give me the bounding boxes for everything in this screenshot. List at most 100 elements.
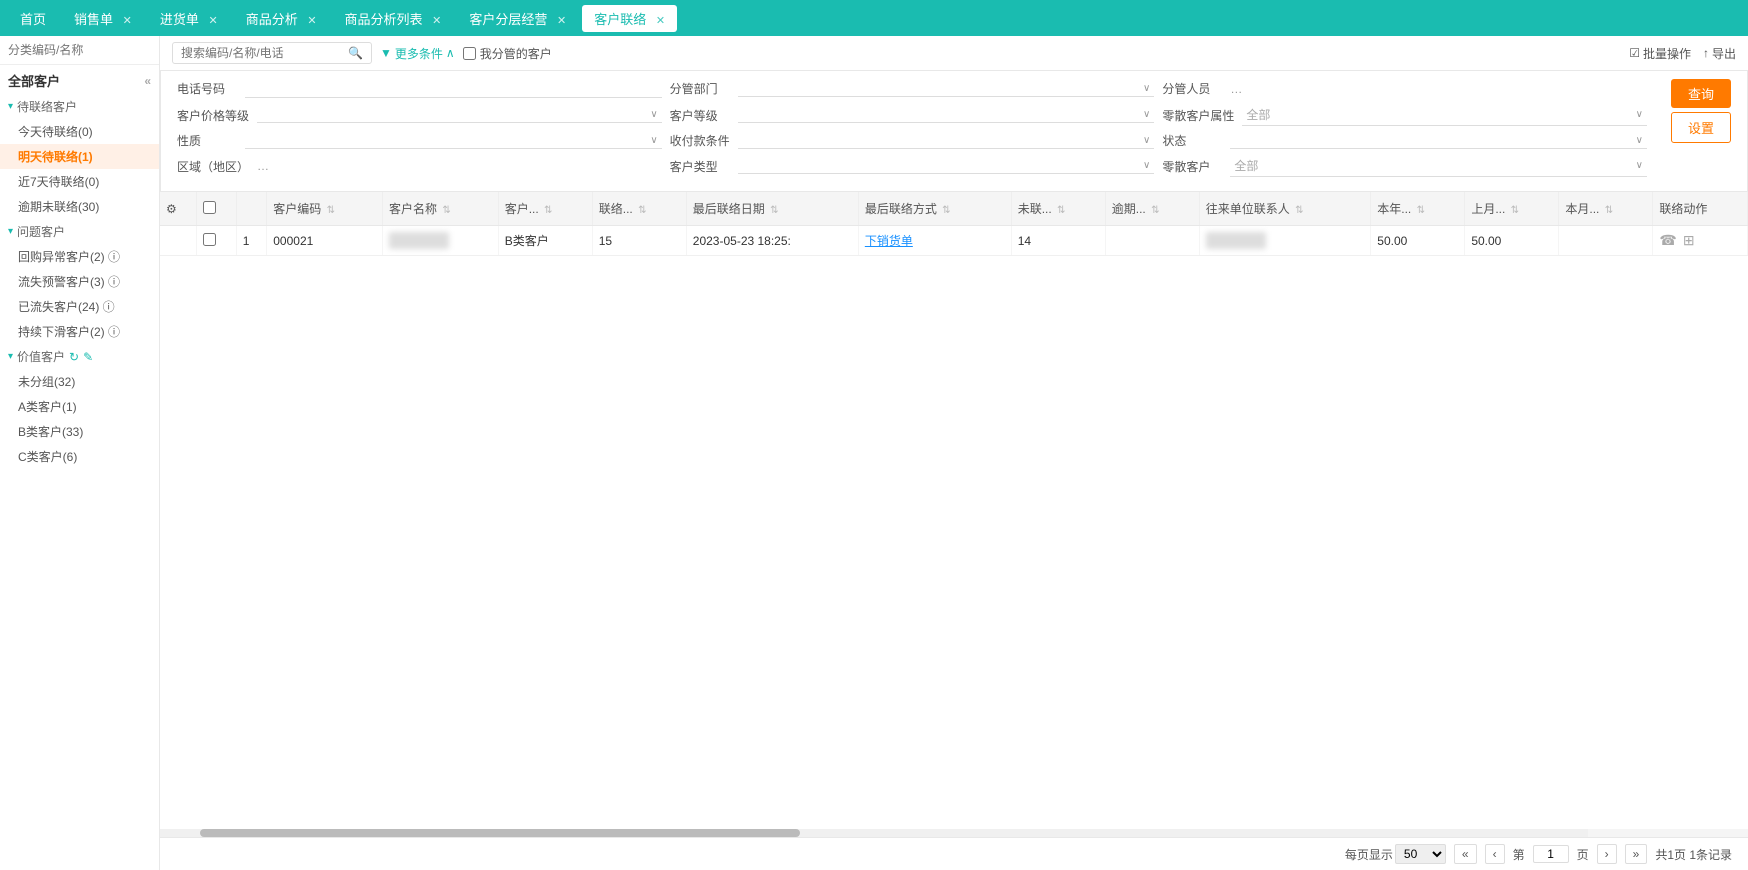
filter-manager: 分管人员 …: [1162, 80, 1647, 97]
filter-region-dots[interactable]: …: [257, 159, 269, 173]
group-problem-customers[interactable]: 问题客户: [0, 219, 159, 244]
col-last-contact-date[interactable]: 最后联络日期 ⇅: [686, 192, 858, 226]
nav-sales[interactable]: 销售单 ✕: [62, 5, 144, 32]
per-page-select[interactable]: 50 100 200: [1395, 844, 1446, 864]
nav-purchase[interactable]: 进货单 ✕: [148, 5, 230, 32]
cell-last-contact-date: 2023-05-23 18:25:: [686, 226, 858, 256]
sort-contact-person-icon: ⇅: [1295, 205, 1303, 216]
close-customer-tier-icon[interactable]: ✕: [557, 15, 566, 27]
nav-product-analysis[interactable]: 商品分析 ✕: [234, 5, 329, 32]
contact-person-blurred: 联系人: [1206, 232, 1266, 249]
filter-retail-customer-label: 零散客户: [1162, 158, 1222, 175]
filter-status-select[interactable]: ∨: [1230, 133, 1647, 149]
main-search-icon[interactable]: 🔍: [348, 46, 363, 60]
sidebar-search-container: 🔍: [0, 36, 159, 65]
nav-customer-contact[interactable]: 客户联络 ✕: [582, 5, 677, 32]
more-filter-btn[interactable]: ▼ 更多条件 ∧: [380, 45, 455, 62]
sidebar-item-ungrouped[interactable]: 未分组(32): [0, 369, 159, 394]
collapse-icon[interactable]: «: [144, 74, 151, 88]
col-contact-person[interactable]: 往来单位联系人 ⇅: [1199, 192, 1370, 226]
grid-icon[interactable]: ⊞: [1683, 232, 1695, 249]
refresh-icon[interactable]: ↻: [69, 350, 79, 364]
sidebar-item-repurchase-abnormal[interactable]: 回购异常客户(2) ⓘ: [0, 244, 159, 269]
query-button[interactable]: 查询: [1671, 79, 1731, 108]
select-all-checkbox[interactable]: [203, 201, 216, 214]
last-contact-method-link[interactable]: 下销货单: [865, 234, 913, 248]
col-settings[interactable]: ⚙: [160, 192, 196, 226]
sidebar-search-input[interactable]: [8, 43, 160, 57]
filter-price-level-select[interactable]: ∨: [257, 107, 662, 123]
my-customer-checkbox[interactable]: [463, 47, 476, 60]
col-checkbox[interactable]: [196, 192, 236, 226]
filter-btn-label: 更多条件: [395, 45, 443, 62]
row-checkbox[interactable]: [203, 233, 216, 246]
col-last-contact-method[interactable]: 最后联络方式 ⇅: [858, 192, 1011, 226]
sidebar-item-churned[interactable]: 已流失客户(24) ⓘ: [0, 294, 159, 319]
sort-not-contacted-icon: ⇅: [1057, 205, 1065, 216]
close-sales-icon[interactable]: ✕: [123, 15, 132, 27]
filter-price-level: 客户价格等级 ∨: [177, 107, 662, 124]
export-btn[interactable]: ↑ 导出: [1703, 45, 1736, 62]
cell-checkbox[interactable]: [196, 226, 236, 256]
filter-retail-attr-select[interactable]: 全部 ∨: [1242, 104, 1647, 126]
nav-customer-tier[interactable]: 客户分层经营 ✕: [457, 5, 578, 32]
col-customer-type[interactable]: 客户... ⇅: [498, 192, 592, 226]
toolbar: 🔍 ▼ 更多条件 ∧ 我分管的客户 ☑ 批量操作 ↑ 导出: [160, 36, 1748, 71]
export-icon: ↑: [1703, 46, 1709, 60]
col-not-contacted[interactable]: 未联... ⇅: [1011, 192, 1105, 226]
sort-customer-code-icon: ⇅: [327, 205, 335, 216]
nav-home[interactable]: 首页: [8, 5, 58, 32]
col-contact-count[interactable]: 联络... ⇅: [592, 192, 686, 226]
filter-payment-select[interactable]: ∨: [738, 133, 1155, 149]
prev-page-btn[interactable]: ‹: [1485, 844, 1505, 864]
col-customer-code[interactable]: 客户编码 ⇅: [267, 192, 383, 226]
sidebar-item-7days[interactable]: 近7天待联络(0): [0, 169, 159, 194]
page-input[interactable]: [1533, 845, 1569, 863]
col-overdue[interactable]: 逾期... ⇅: [1105, 192, 1199, 226]
filter-retail-customer-select[interactable]: 全部 ∨: [1230, 155, 1647, 177]
sidebar-item-today[interactable]: 今天待联络(0): [0, 119, 159, 144]
col-last-month[interactable]: 上月... ⇅: [1465, 192, 1559, 226]
set-button[interactable]: 设置: [1671, 112, 1731, 143]
filter-manager-dots[interactable]: …: [1230, 82, 1242, 96]
group-pending-contact[interactable]: 待联络客户: [0, 94, 159, 119]
sidebar-item-tomorrow[interactable]: 明天待联络(1): [0, 144, 159, 169]
sidebar-item-class-a[interactable]: A类客户(1): [0, 394, 159, 419]
filter-nature-select[interactable]: ∨: [245, 133, 662, 149]
sidebar-item-class-b[interactable]: B类客户(33): [0, 419, 159, 444]
page-size-container: 每页显示 50 100 200: [1345, 844, 1446, 864]
sidebar-item-declining[interactable]: 持续下滑客户(2) ⓘ: [0, 319, 159, 344]
col-customer-name[interactable]: 客户名称 ⇅: [382, 192, 498, 226]
col-this-month[interactable]: 本月... ⇅: [1559, 192, 1653, 226]
close-customer-contact-icon[interactable]: ✕: [656, 15, 665, 27]
all-customers-label: 全部客户: [8, 71, 60, 90]
filter-customer-type-select[interactable]: ∨: [738, 158, 1155, 174]
close-purchase-icon[interactable]: ✕: [208, 15, 217, 27]
filter-dept-label: 分管部门: [670, 80, 730, 97]
cell-last-contact-method[interactable]: 下销货单: [858, 226, 1011, 256]
filter-dept-select[interactable]: ∨: [738, 81, 1155, 97]
filter-customer-level-chevron: ∨: [1143, 109, 1150, 120]
phone-icon[interactable]: ☎: [1659, 232, 1676, 249]
horizontal-scrollbar[interactable]: [160, 829, 1588, 837]
close-product-analysis-icon[interactable]: ✕: [307, 15, 316, 27]
main-search-input[interactable]: [181, 46, 344, 60]
filter-customer-level-select[interactable]: ∨: [738, 107, 1155, 123]
next-page-btn[interactable]: ›: [1597, 844, 1617, 864]
close-product-analysis-list-icon[interactable]: ✕: [432, 15, 441, 27]
edit-icon[interactable]: ✎: [83, 350, 93, 364]
nav-product-analysis-list[interactable]: 商品分析列表 ✕: [333, 5, 454, 32]
sidebar-item-churn-warning[interactable]: 流失预警客户(3) ⓘ: [0, 269, 159, 294]
first-page-btn[interactable]: «: [1454, 844, 1477, 864]
sidebar-item-class-c[interactable]: C类客户(6): [0, 444, 159, 469]
filter-phone-input[interactable]: [245, 79, 662, 98]
group-value-customers[interactable]: 价值客户 ↻ ✎: [0, 344, 159, 369]
sidebar-item-overdue[interactable]: 逾期未联络(30): [0, 194, 159, 219]
col-this-year[interactable]: 本年... ⇅: [1371, 192, 1465, 226]
last-page-btn[interactable]: »: [1625, 844, 1648, 864]
filter-retail-customer-chevron: ∨: [1636, 160, 1643, 171]
scrollbar-thumb[interactable]: [200, 829, 800, 837]
my-customer-checkbox-container[interactable]: 我分管的客户: [463, 45, 552, 62]
batch-op-btn[interactable]: ☑ 批量操作: [1629, 45, 1691, 62]
export-label: 导出: [1712, 45, 1736, 62]
